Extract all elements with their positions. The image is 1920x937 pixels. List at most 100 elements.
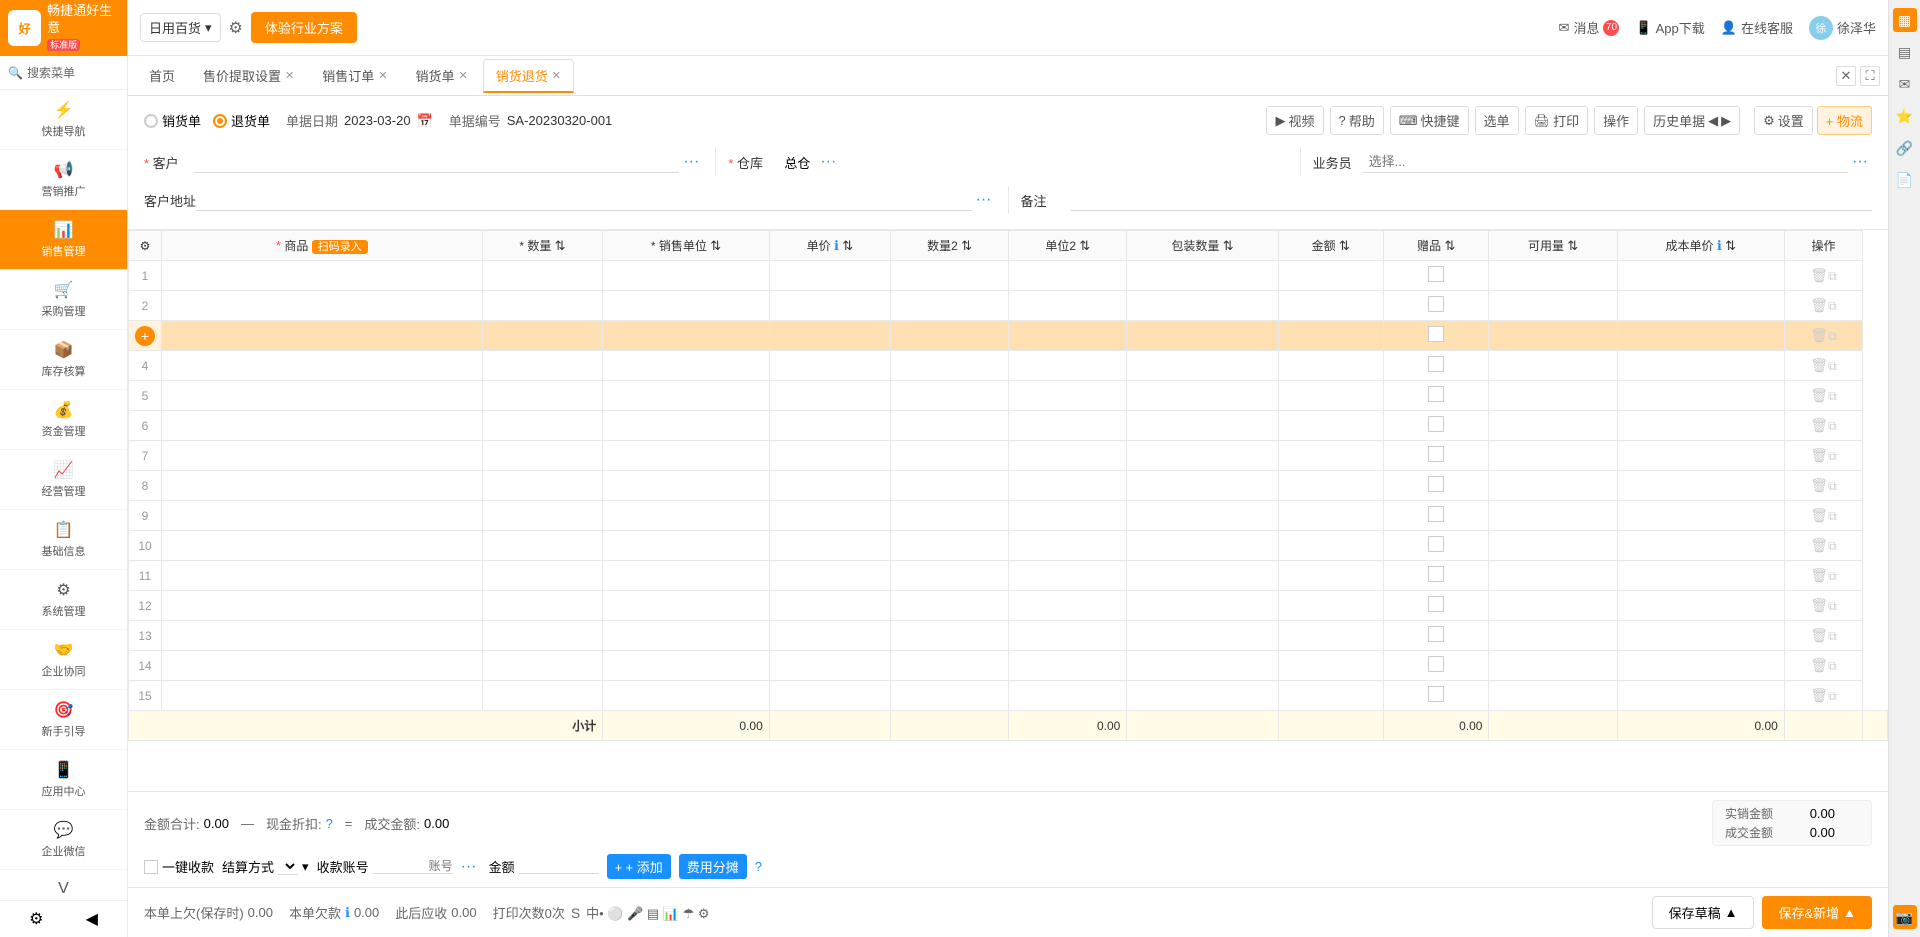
- collapse-icon[interactable]: ◀: [86, 909, 98, 929]
- gift-checkbox[interactable]: [1428, 266, 1444, 282]
- customer-select-icon[interactable]: ···: [679, 153, 703, 171]
- tab-sales[interactable]: 销货单 ✕: [402, 59, 480, 92]
- close-tab-btn[interactable]: ✕: [1836, 66, 1856, 86]
- account-input[interactable]: [373, 859, 453, 874]
- sidebar-search[interactable]: 🔍 搜索菜单: [0, 56, 127, 90]
- sort-icon[interactable]: ⇅: [710, 238, 721, 253]
- operation-btn[interactable]: 操作: [1594, 106, 1638, 135]
- gift-checkbox[interactable]: [1428, 626, 1444, 642]
- sidebar-item-member[interactable]: V 畅会员: [0, 870, 127, 900]
- tab-sales-return[interactable]: 销货退货 ✕: [483, 59, 574, 93]
- delete-icon[interactable]: 🗑: [1810, 537, 1828, 553]
- copy-icon[interactable]: ⧉: [1828, 449, 1837, 463]
- gift-checkbox[interactable]: [1428, 416, 1444, 432]
- tab-close-icon[interactable]: ✕: [459, 69, 468, 82]
- price-cell[interactable]: [769, 261, 890, 291]
- video-btn[interactable]: ▶视频: [1266, 106, 1323, 135]
- experience-btn[interactable]: 体验行业方案: [251, 12, 357, 43]
- app-download-btn[interactable]: 📱 App下载: [1635, 18, 1704, 37]
- radio-sales[interactable]: 销货单: [144, 111, 201, 130]
- copy-icon[interactable]: ⧉: [1828, 569, 1837, 583]
- gift-checkbox[interactable]: [1428, 296, 1444, 312]
- gift-checkbox[interactable]: [1428, 326, 1444, 342]
- gift-checkbox[interactable]: [1428, 686, 1444, 702]
- qty2-cell[interactable]: [891, 261, 1009, 291]
- customer-input[interactable]: [194, 151, 679, 173]
- gift-checkbox[interactable]: [1428, 446, 1444, 462]
- sidebar-item-wechat[interactable]: 💬 企业微信: [0, 810, 127, 870]
- unit2-cell[interactable]: [1009, 261, 1127, 291]
- print-btn[interactable]: 🖨打印: [1525, 106, 1589, 135]
- warehouse-select-icon[interactable]: ···: [816, 153, 840, 171]
- copy-icon[interactable]: ⧉: [1828, 479, 1837, 493]
- history-btn[interactable]: 历史单据◀▶: [1644, 106, 1740, 135]
- amount-cell[interactable]: [1278, 261, 1383, 291]
- settle-select[interactable]: [278, 858, 298, 875]
- account-select-icon[interactable]: ···: [457, 858, 481, 876]
- save-new-btn[interactable]: 保存&新增 ▲: [1762, 896, 1872, 929]
- copy-icon[interactable]: ⧉: [1828, 359, 1837, 373]
- gift-checkbox[interactable]: [1428, 536, 1444, 552]
- copy-icon[interactable]: ⧉: [1828, 629, 1837, 643]
- delete-icon[interactable]: 🗑: [1810, 687, 1828, 703]
- copy-icon[interactable]: ⧉: [1828, 539, 1837, 553]
- settle-dropdown[interactable]: ▾: [302, 859, 309, 875]
- message-mini-btn[interactable]: ✉: [1893, 72, 1917, 96]
- sidebar-item-basic[interactable]: 📋 基础信息: [0, 510, 127, 570]
- link-btn[interactable]: 🔗: [1893, 136, 1917, 160]
- salesperson-select-icon[interactable]: ···: [1848, 153, 1872, 171]
- add-row-btn[interactable]: +: [135, 326, 155, 346]
- settings-right-btn[interactable]: ⚙设置: [1754, 106, 1813, 135]
- product-input[interactable]: [168, 329, 476, 343]
- sort-icon[interactable]: ⇅: [1223, 238, 1234, 253]
- delete-icon[interactable]: 🗑: [1810, 657, 1828, 673]
- shortcut-btn[interactable]: ⌨快捷键: [1390, 106, 1469, 135]
- cost-cell[interactable]: [1617, 261, 1784, 291]
- sort-icon[interactable]: ⇅: [1725, 238, 1736, 253]
- sidebar-item-inventory[interactable]: 📦 库存核算: [0, 330, 127, 390]
- gift-checkbox[interactable]: [1428, 566, 1444, 582]
- pay-checkbox[interactable]: [144, 860, 158, 874]
- sidebar-item-apps[interactable]: 📱 应用中心: [0, 750, 127, 810]
- copy-icon[interactable]: ⧉: [1828, 419, 1837, 433]
- online-service-btn[interactable]: 👤 在线客服: [1721, 18, 1793, 37]
- qty-cell[interactable]: [482, 261, 603, 291]
- star-btn[interactable]: ⭐: [1893, 104, 1917, 128]
- select-btn[interactable]: 选单: [1475, 106, 1519, 135]
- delete-icon[interactable]: 🗑: [1810, 327, 1828, 343]
- salesperson-input[interactable]: [1363, 151, 1848, 173]
- amount-input[interactable]: [519, 859, 599, 874]
- table-view-btn[interactable]: ▦: [1893, 8, 1917, 32]
- gift-cell[interactable]: [1384, 261, 1489, 291]
- sort-icon[interactable]: ⇅: [1567, 238, 1578, 253]
- delete-icon[interactable]: 🗑: [1810, 417, 1828, 433]
- tab-close-icon[interactable]: ✕: [552, 69, 561, 82]
- user-info[interactable]: 徐 徐泽华: [1809, 16, 1876, 40]
- sort-icon[interactable]: ⇅: [1079, 238, 1090, 253]
- sidebar-item-enterprise[interactable]: 🤝 企业协同: [0, 630, 127, 690]
- delete-icon[interactable]: 🗑: [1810, 297, 1828, 313]
- delete-icon[interactable]: 🗑: [1810, 267, 1828, 283]
- message-btn[interactable]: ✉ 消息 70: [1559, 18, 1620, 37]
- topbar-gear-icon[interactable]: ⚙: [229, 18, 243, 38]
- sidebar-item-operations[interactable]: 📈 经营管理: [0, 450, 127, 510]
- address-select-icon[interactable]: ···: [972, 191, 996, 209]
- delete-icon[interactable]: 🗑: [1810, 627, 1828, 643]
- fee-help-icon[interactable]: ?: [755, 859, 762, 874]
- pack-qty-cell[interactable]: [1127, 261, 1278, 291]
- help-btn[interactable]: ?帮助: [1330, 106, 1384, 135]
- delete-icon[interactable]: 🗑: [1810, 567, 1828, 583]
- gift-checkbox[interactable]: [1428, 476, 1444, 492]
- remark-input[interactable]: [1071, 189, 1873, 211]
- sort-icon[interactable]: ⇅: [842, 238, 853, 253]
- add-row-cell[interactable]: +: [129, 321, 162, 351]
- industry-select[interactable]: 日用百货 ▾: [140, 13, 221, 42]
- card-view-btn[interactable]: ▤: [1893, 40, 1917, 64]
- delete-icon[interactable]: 🗑: [1810, 447, 1828, 463]
- available-cell[interactable]: [1489, 261, 1617, 291]
- calendar-icon[interactable]: 📅: [417, 113, 433, 129]
- tab-close-icon[interactable]: ✕: [285, 69, 294, 82]
- th-settings[interactable]: ⚙: [129, 231, 162, 261]
- copy-icon[interactable]: ⧉: [1828, 329, 1837, 343]
- unit-cell[interactable]: [603, 261, 770, 291]
